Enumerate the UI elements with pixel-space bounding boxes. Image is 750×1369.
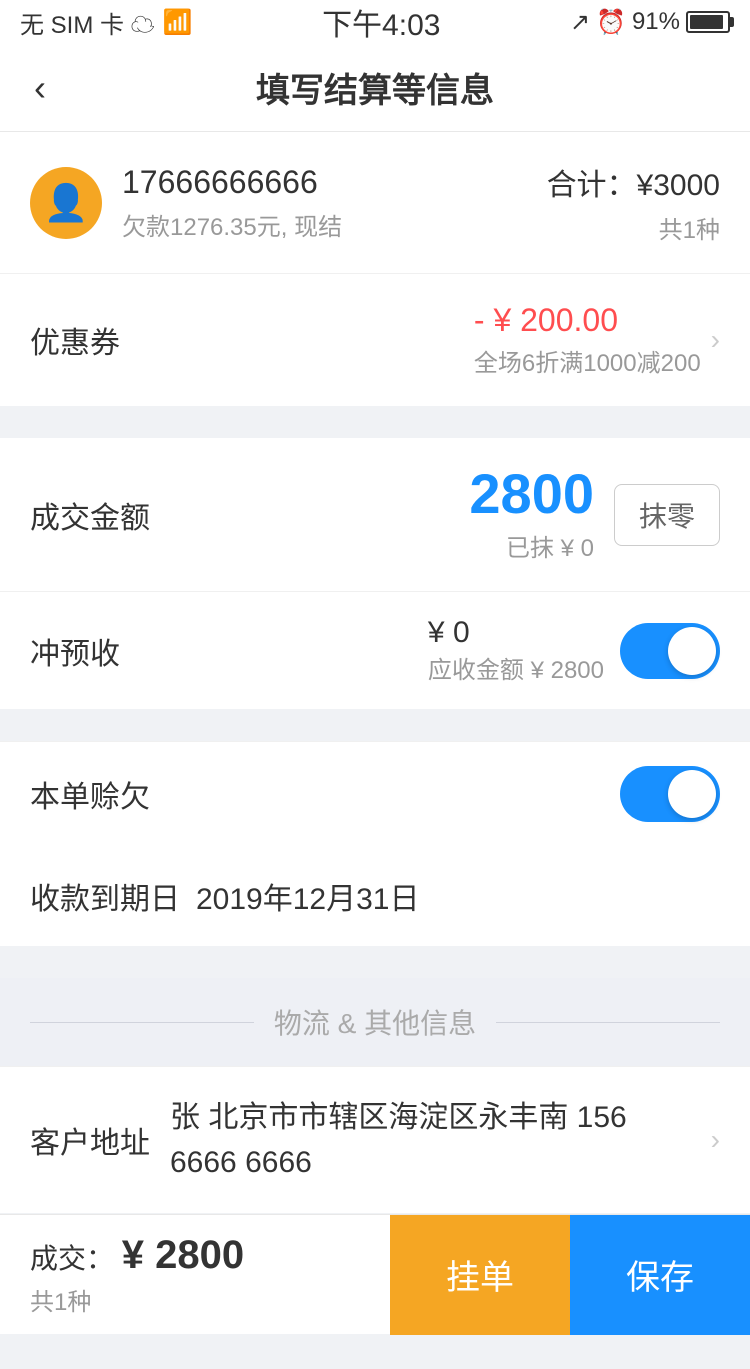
battery-percent: 91% — [632, 8, 680, 36]
coupon-right: - ¥ 200.00 全场6折满1000减200 › — [474, 302, 720, 378]
prepay-toggle[interactable] — [620, 623, 720, 679]
total-count: 共1种 — [547, 210, 720, 245]
page-title: 填写结算等信息 — [256, 63, 494, 112]
due-label: 收款到期日 — [30, 874, 180, 918]
debt-toggle[interactable] — [620, 766, 720, 822]
deal-value: 2800 — [469, 466, 594, 522]
bottom-deal-line: 成交： ¥ 2800 — [30, 1233, 360, 1278]
bottom-bar: 成交： ¥ 2800 共1种 挂单 保存 — [0, 1214, 750, 1334]
deal-label: 成交金额 — [30, 493, 469, 537]
status-time: 下午4:03 — [322, 0, 440, 44]
coupon-desc: 全场6折满1000减200 — [474, 343, 701, 378]
user-row: 👤 17666666666 欠款1276.35元, 现结 合计：¥3000 共1… — [0, 132, 750, 273]
total-amount: 合计：¥3000 — [547, 160, 720, 204]
prepay-amount: ¥ 0 — [428, 616, 604, 650]
separator-2 — [0, 725, 750, 741]
status-bar: 无 SIM 卡 ☁ 📶 下午4:03 ↗ ⏰ 91% — [0, 0, 750, 44]
user-info-card: 👤 17666666666 欠款1276.35元, 现结 合计：¥3000 共1… — [0, 132, 750, 406]
chevron-icon: › — [711, 324, 720, 356]
bottom-summary: 成交： ¥ 2800 共1种 — [0, 1233, 390, 1317]
coupon-row[interactable]: 优惠券 - ¥ 200.00 全场6折满1000减200 › — [0, 273, 750, 406]
status-right: ↗ ⏰ 91% — [570, 8, 730, 37]
nav-bar: ‹ 填写结算等信息 — [0, 44, 750, 132]
address-chevron-icon: › — [711, 1124, 720, 1156]
address-label: 客户地址 — [30, 1118, 150, 1162]
status-left: 无 SIM 卡 ☁ 📶 — [20, 5, 193, 40]
wifi-icon: 📶 — [163, 8, 193, 37]
user-phone: 17666666666 — [122, 164, 547, 201]
separator-3 — [0, 962, 750, 978]
bottom-deal-label: 成交： — [30, 1243, 114, 1274]
prepay-label: 冲预收 — [30, 629, 428, 673]
divider-line-left — [30, 1022, 254, 1023]
deal-card: 成交金额 2800 已抹 ¥ 0 抹零 冲预收 ¥ 0 应收金额 ¥ 2800 — [0, 438, 750, 709]
deal-sub: 已抹 ¥ 0 — [469, 528, 594, 563]
location-icon: ↗ — [570, 8, 590, 37]
address-value: 张 北京市市辖区海淀区永丰南 156 6666 6666 — [170, 1095, 691, 1185]
back-button[interactable]: ‹ — [24, 57, 56, 119]
debt-row: 本单赊欠 — [0, 741, 750, 846]
prepay-right: ¥ 0 应收金额 ¥ 2800 — [428, 616, 720, 685]
separator-1 — [0, 422, 750, 438]
amount-row: 成交金额 2800 已抹 ¥ 0 抹零 — [0, 438, 750, 591]
coupon-label: 优惠券 — [30, 318, 474, 362]
save-button[interactable]: 保存 — [570, 1215, 750, 1335]
bottom-count: 共1种 — [30, 1282, 360, 1317]
battery-icon — [686, 11, 730, 33]
debt-card: 本单赊欠 收款到期日 2019年12月31日 — [0, 741, 750, 946]
avatar: 👤 — [30, 167, 102, 239]
toggle-knob — [668, 627, 716, 675]
debt-toggle-knob — [668, 770, 716, 818]
pending-button[interactable]: 挂单 — [390, 1215, 570, 1335]
address-row[interactable]: 客户地址 张 北京市市辖区海淀区永丰南 156 6666 6666 › — [0, 1066, 750, 1213]
logistics-title: 物流 & 其他信息 — [274, 1002, 476, 1042]
due-date-value: 2019年12月31日 — [196, 874, 419, 918]
user-debt: 欠款1276.35元, 现结 — [122, 207, 547, 242]
alarm-icon: ⏰ — [596, 8, 626, 37]
user-total: 合计：¥3000 共1种 — [547, 160, 720, 245]
logistics-divider: 物流 & 其他信息 — [0, 978, 750, 1066]
prepay-row: 冲预收 ¥ 0 应收金额 ¥ 2800 — [0, 591, 750, 709]
due-date-row: 收款到期日 2019年12月31日 — [0, 846, 750, 946]
sim-text: 无 SIM 卡 ☁ — [20, 5, 155, 40]
bottom-deal-amount: ¥ 2800 — [122, 1233, 244, 1277]
divider-line-right — [496, 1022, 720, 1023]
round-button[interactable]: 抹零 — [614, 484, 720, 546]
user-info: 17666666666 欠款1276.35元, 现结 — [122, 164, 547, 242]
prepay-sub: 应收金额 ¥ 2800 — [428, 650, 604, 685]
deal-right: 2800 已抹 ¥ 0 抹零 — [469, 466, 720, 563]
debt-label: 本单赊欠 — [30, 772, 620, 816]
coupon-discount: - ¥ 200.00 — [474, 302, 701, 339]
logistics-card: 物流 & 其他信息 客户地址 张 北京市市辖区海淀区永丰南 156 6666 6… — [0, 978, 750, 1213]
